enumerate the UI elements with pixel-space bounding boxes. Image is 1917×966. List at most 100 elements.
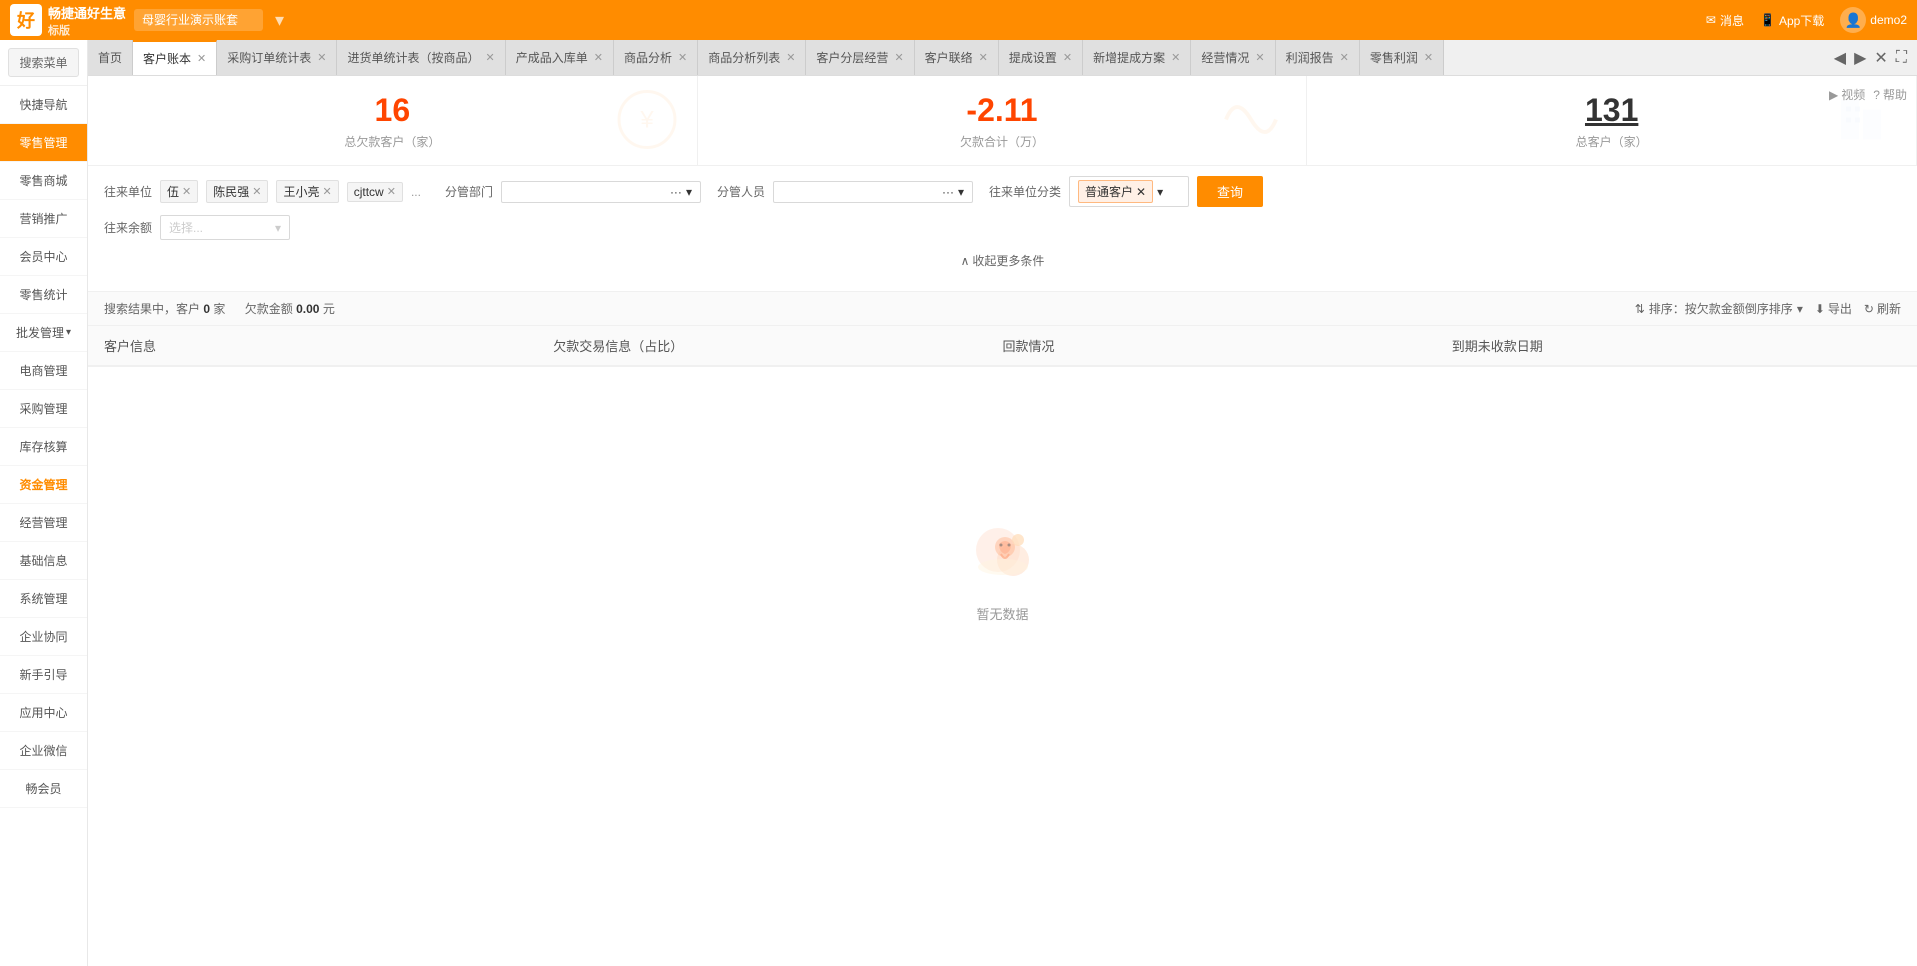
- tag-close-unit-4[interactable]: ✕: [387, 185, 396, 198]
- sidebar-item-member-center[interactable]: 会员中心: [0, 238, 87, 276]
- sidebar-item-system-mgmt[interactable]: 系统管理: [0, 580, 87, 618]
- export-btn[interactable]: ⬇ 导出: [1815, 300, 1852, 317]
- user-avatar[interactable]: 👤 demo2: [1840, 7, 1907, 33]
- sidebar-item-finance-mgmt[interactable]: 资金管理: [0, 466, 87, 504]
- unit-label: 往来单位: [104, 183, 152, 200]
- tab-close-product-instock[interactable]: ✕: [594, 51, 603, 64]
- tab-next-btn[interactable]: ▶: [1852, 46, 1868, 70]
- sidebar-item-enterprise-wechat[interactable]: 企业微信: [0, 732, 87, 770]
- sidebar-item-retail-mall[interactable]: 零售商城: [0, 162, 87, 200]
- unit-type-tag-1[interactable]: 普通客户 ✕: [1078, 180, 1153, 203]
- search-result-bar: 搜索结果中，客户 0 家 欠款金额 0.00 元 ⇅ 排序：按欠款金额倒序排序 …: [88, 292, 1917, 326]
- message-icon: ✉: [1706, 13, 1716, 27]
- logo-text: 畅捷通好生意: [48, 3, 126, 22]
- dept-dropdown[interactable]: ··· ▾: [501, 181, 701, 203]
- tab-close-profit-report[interactable]: ✕: [1340, 51, 1349, 64]
- sidebar-item-basic-info[interactable]: 基础信息: [0, 542, 87, 580]
- tab-close-all-btn[interactable]: ✕: [1872, 46, 1889, 70]
- stat-bg-icon-debt: [1216, 84, 1286, 157]
- tab-close-incoming-stats[interactable]: ✕: [486, 51, 495, 64]
- stat-label-debt-customers: 总欠款客户（家）: [344, 133, 440, 150]
- tab-customer-contact[interactable]: 客户联络 ✕: [915, 40, 999, 75]
- tab-customer-segment[interactable]: 客户分层经营 ✕: [806, 40, 914, 75]
- tab-close-customer-balance[interactable]: ✕: [197, 52, 206, 65]
- person-dropdown[interactable]: ··· ▾: [773, 181, 973, 203]
- dept-dropdown-icon: ▾: [686, 185, 692, 199]
- dept-more-icon: ···: [670, 185, 682, 199]
- sidebar-item-wholesale-mgmt[interactable]: 批发管理 ▾: [0, 314, 87, 352]
- app-download-btn[interactable]: 📱 App下载: [1760, 12, 1824, 29]
- refresh-btn[interactable]: ↻ 刷新: [1864, 300, 1901, 317]
- tab-close-product-analysis[interactable]: ✕: [678, 51, 687, 64]
- tag-close-unit-3[interactable]: ✕: [323, 185, 332, 198]
- message-btn[interactable]: ✉ 消息: [1706, 12, 1744, 29]
- sidebar-item-retail-mgmt[interactable]: 零售管理: [0, 124, 87, 162]
- sidebar-item-inventory-check[interactable]: 库存核算: [0, 428, 87, 466]
- sidebar-item-purchase-mgmt[interactable]: 采购管理: [0, 390, 87, 428]
- sidebar-item-app-center[interactable]: 应用中心: [0, 694, 87, 732]
- tab-purchase-order-stats[interactable]: 采购订单统计表 ✕: [217, 40, 337, 75]
- tab-close-business-status[interactable]: ✕: [1255, 51, 1264, 64]
- help-btn[interactable]: ? 帮助: [1873, 86, 1907, 103]
- table-header-customer-info: 客户信息: [104, 336, 553, 355]
- tab-customer-balance[interactable]: 客户账本 ✕: [133, 40, 217, 75]
- export-icon: ⬇: [1815, 302, 1825, 316]
- filter-more-units[interactable]: ...: [411, 185, 421, 199]
- tab-incoming-stats[interactable]: 进货单统计表（按商品） ✕: [337, 40, 505, 75]
- sidebar-item-ecommerce-mgmt[interactable]: 电商管理: [0, 352, 87, 390]
- sort-select[interactable]: ⇅ 排序：按欠款金额倒序排序 ▾: [1635, 300, 1803, 317]
- filter-tag-unit-2[interactable]: 陈民强 ✕: [206, 180, 268, 203]
- tag-close-unit-1[interactable]: ✕: [182, 185, 191, 198]
- tab-promotion-settings[interactable]: 提成设置 ✕: [999, 40, 1083, 75]
- tab-product-analysis-list[interactable]: 商品分析列表 ✕: [698, 40, 806, 75]
- tab-close-purchase-order-stats[interactable]: ✕: [317, 51, 326, 64]
- sidebar-item-operation-mgmt[interactable]: 经营管理: [0, 504, 87, 542]
- data-table: 客户信息 欠款交易信息（占比） 回款情况 到期未收款日期: [88, 326, 1917, 767]
- sidebar-item-beginner-guide[interactable]: 新手引导: [0, 656, 87, 694]
- refresh-icon: ↻: [1864, 302, 1874, 316]
- tab-new-promotion-plan[interactable]: 新增提成方案 ✕: [1083, 40, 1191, 75]
- person-label: 分管人员: [717, 183, 765, 200]
- collapse-btn[interactable]: ∧ 收起更多条件: [953, 248, 1053, 273]
- tag-close-unit-2[interactable]: ✕: [252, 185, 261, 198]
- svg-text:¥: ¥: [639, 106, 654, 133]
- empty-text: 暂无数据: [976, 604, 1028, 623]
- sidebar-item-vip-member[interactable]: 畅会员: [0, 770, 87, 808]
- tab-retail-profit[interactable]: 零售利润 ✕: [1360, 40, 1444, 75]
- tab-close-new-promotion-plan[interactable]: ✕: [1171, 51, 1180, 64]
- tab-prev-btn[interactable]: ◀: [1832, 46, 1848, 70]
- filter-tag-unit-1[interactable]: 伍 ✕: [160, 180, 198, 203]
- tab-close-customer-contact[interactable]: ✕: [979, 51, 988, 64]
- collapse-icon: ∧: [961, 254, 970, 268]
- sidebar-item-retail-stats[interactable]: 零售统计: [0, 276, 87, 314]
- stat-value-debt-customers: 16: [375, 92, 411, 129]
- tab-close-product-analysis-list[interactable]: ✕: [786, 51, 795, 64]
- filter-tag-unit-3[interactable]: 王小亮 ✕: [276, 180, 338, 203]
- logo: 好 畅捷通好生意 标版: [10, 3, 126, 38]
- sidebar-item-enterprise-collab[interactable]: 企业协同: [0, 618, 87, 656]
- tab-close-promotion-settings[interactable]: ✕: [1063, 51, 1072, 64]
- tab-business-status[interactable]: 经营情况 ✕: [1191, 40, 1275, 75]
- sidebar-item-quick-nav[interactable]: 快捷导航: [0, 86, 87, 124]
- empty-state: 暂无数据: [903, 452, 1103, 683]
- tab-home[interactable]: 首页: [88, 40, 133, 75]
- unit-type-dropdown[interactable]: 普通客户 ✕ ▾: [1069, 176, 1189, 207]
- stat-value-total-customers: 131: [1585, 92, 1638, 129]
- table-header-due-date: 到期未收款日期: [1452, 336, 1901, 355]
- sidebar-item-marketing-promo[interactable]: 营销推广: [0, 200, 87, 238]
- tab-product-instock[interactable]: 产成品入库单 ✕: [506, 40, 614, 75]
- search-menu-btn[interactable]: 搜索菜单: [8, 48, 79, 77]
- query-button[interactable]: 查询: [1197, 176, 1263, 207]
- filter-tag-unit-4[interactable]: cjttcw ✕: [347, 182, 403, 202]
- video-btn[interactable]: ▶ 视频: [1829, 86, 1865, 103]
- table-header: 客户信息 欠款交易信息（占比） 回款情况 到期未收款日期: [88, 326, 1917, 367]
- org-selector[interactable]: 母婴行业演示账套: [134, 9, 263, 31]
- unit-type-tag-close[interactable]: ✕: [1136, 185, 1146, 199]
- unit-type-label: 往来单位分类: [989, 183, 1061, 200]
- tab-close-retail-profit[interactable]: ✕: [1424, 51, 1433, 64]
- tab-profit-report[interactable]: 利润报告 ✕: [1276, 40, 1360, 75]
- tab-product-analysis[interactable]: 商品分析 ✕: [614, 40, 698, 75]
- remain-dropdown[interactable]: 选择... ▾: [160, 215, 290, 240]
- tab-expand-btn[interactable]: ⛶: [1894, 47, 1909, 69]
- tab-close-customer-segment[interactable]: ✕: [894, 51, 903, 64]
